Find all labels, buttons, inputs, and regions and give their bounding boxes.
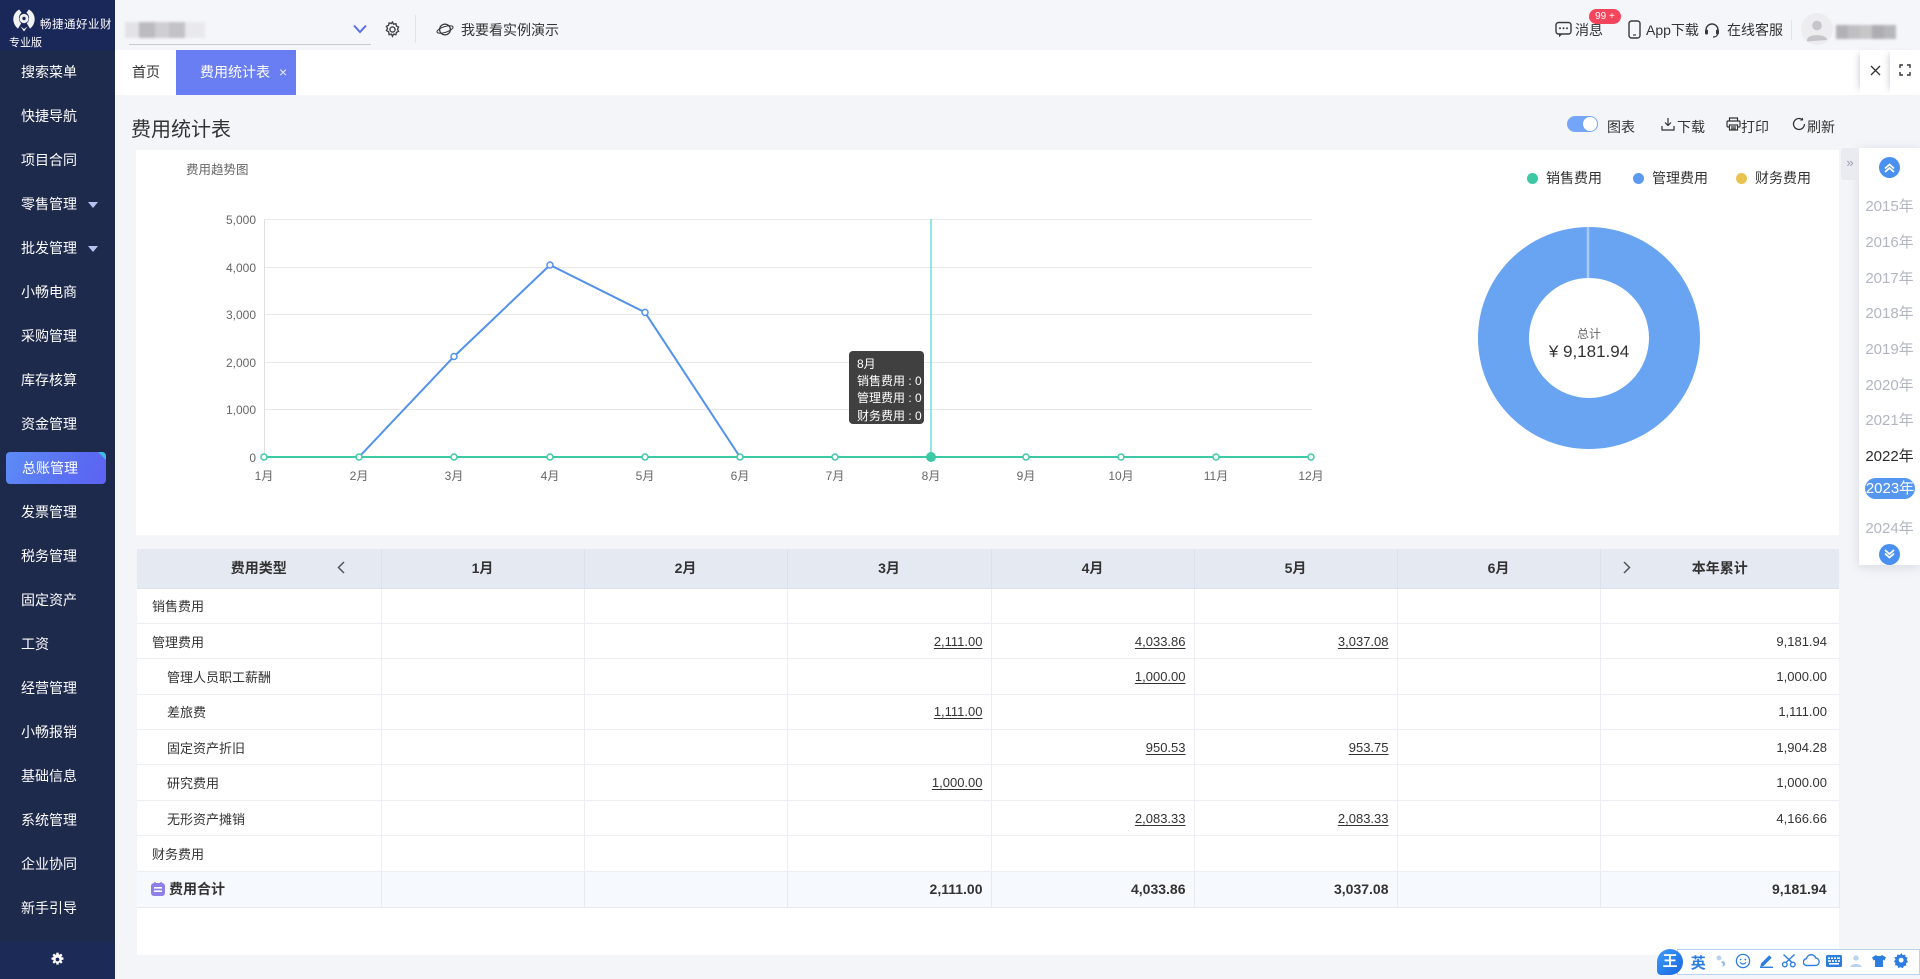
svg-text:1月: 1月 xyxy=(255,469,274,483)
svg-text:12月: 12月 xyxy=(1298,469,1323,483)
svg-text:5月: 5月 xyxy=(636,469,655,483)
svg-text:11月: 11月 xyxy=(1204,469,1228,483)
svg-text:2月: 2月 xyxy=(350,469,369,483)
svg-text:2,000: 2,000 xyxy=(226,356,256,370)
svg-text:3月: 3月 xyxy=(445,469,464,483)
svg-text:6月: 6月 xyxy=(731,469,750,483)
svg-text:4,000: 4,000 xyxy=(226,261,256,275)
svg-text:1,000: 1,000 xyxy=(226,403,256,417)
svg-text:3,000: 3,000 xyxy=(226,308,256,322)
svg-text:7月: 7月 xyxy=(826,469,845,483)
svg-text:9月: 9月 xyxy=(1017,469,1036,483)
svg-text:5,000: 5,000 xyxy=(226,213,256,227)
svg-text:10月: 10月 xyxy=(1108,469,1133,483)
svg-text:8月: 8月 xyxy=(922,469,941,483)
svg-text:4月: 4月 xyxy=(541,469,560,483)
svg-text:0: 0 xyxy=(249,451,256,465)
